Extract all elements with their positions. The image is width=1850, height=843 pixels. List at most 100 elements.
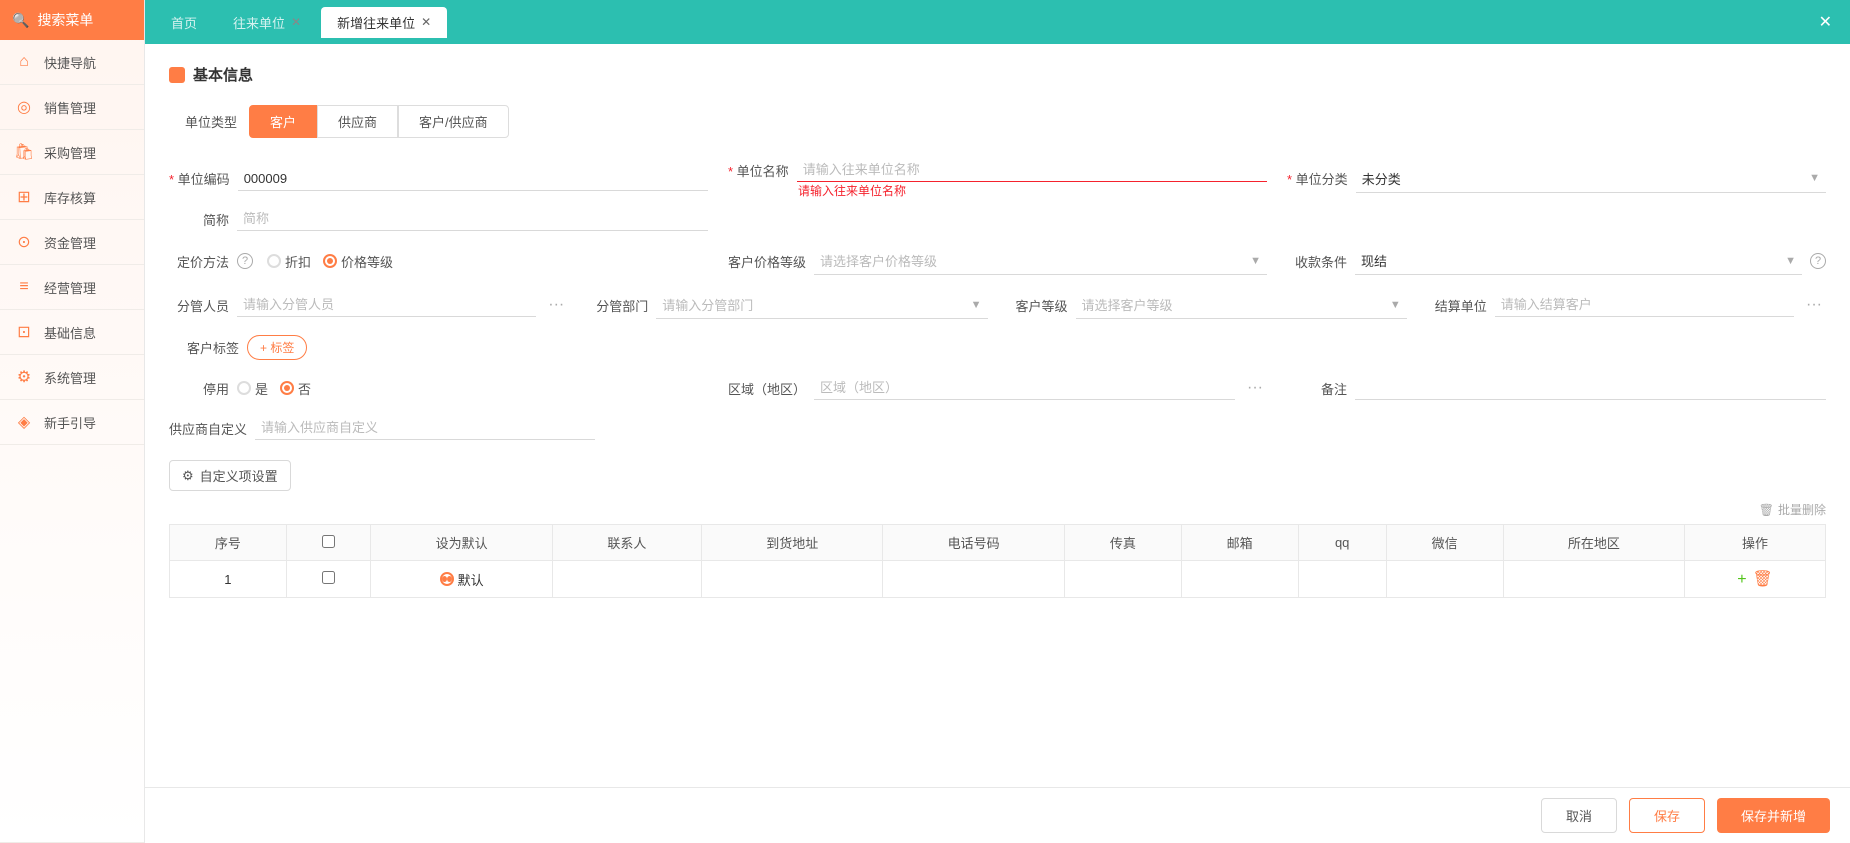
table-header-10: 所在地区 (1503, 525, 1684, 561)
row-cell-5 (1298, 561, 1386, 598)
sidebar-item-basic[interactable]: ⊡基础信息 (0, 310, 144, 355)
settlement-label: 结算单位 (1427, 296, 1487, 315)
discount-radio-circle (267, 254, 281, 268)
sales-icon: ◎ (14, 97, 34, 117)
finance-icon: ⊙ (14, 232, 34, 252)
add-tag-button[interactable]: + 标签 (247, 335, 307, 360)
sidebar-item-purchase[interactable]: 🛍采购管理 (0, 130, 144, 175)
table-header-6: 传真 (1064, 525, 1181, 561)
sidebar-label-sales: 销售管理 (44, 98, 96, 117)
region-label: 区域（地区） (728, 379, 806, 398)
sidebar-label-basic: 基础信息 (44, 323, 96, 342)
unit-type-row: 单位类型 客户供应商客户/供应商 (169, 105, 1826, 138)
unit-category-select[interactable]: 未分类 ▼ (1356, 165, 1826, 193)
gear-icon: ⚙ (182, 468, 194, 484)
table-header-4: 到货地址 (701, 525, 882, 561)
cancel-button[interactable]: 取消 (1541, 798, 1617, 833)
no-radio-circle (280, 381, 294, 395)
tab-new-partner[interactable]: 新增往来单位✕ (321, 7, 447, 38)
dept-label: 分管部门 (588, 296, 648, 315)
manager-input[interactable] (237, 293, 536, 317)
operations-icon: ≡ (14, 277, 34, 297)
sidebar-item-inventory[interactable]: ⊞库存核算 (0, 175, 144, 220)
row-cell-2 (883, 561, 1064, 598)
inventory-icon: ⊞ (14, 187, 34, 207)
batch-delete-button[interactable]: 🗑 批量删除 (1759, 501, 1826, 518)
pricing-help-icon[interactable]: ? (237, 253, 253, 269)
remark-input[interactable] (1355, 376, 1826, 400)
search-menu-button[interactable]: 🔍 搜索菜单 (0, 0, 144, 40)
manager-more-button[interactable]: ··· (544, 296, 568, 314)
table-header-5: 电话号码 (883, 525, 1064, 561)
table-row: 1默认+🗑 (170, 561, 1826, 598)
settlement-more-button[interactable]: ··· (1802, 296, 1826, 314)
tab-close-new-partner[interactable]: ✕ (421, 15, 431, 29)
pricing-level-radio[interactable]: 价格等级 (323, 252, 393, 271)
tab-home[interactable]: 首页 (155, 7, 213, 38)
tab-close-partners[interactable]: ✕ (291, 15, 301, 29)
price-level-field: 客户价格等级 请选择客户价格等级 ▼ (728, 247, 1267, 275)
region-more-button[interactable]: ··· (1243, 379, 1267, 397)
category-arrow-icon: ▼ (1809, 172, 1820, 184)
payment-arrow-icon: ▼ (1785, 255, 1796, 267)
sidebar-item-guide[interactable]: ◈新手引导 (0, 400, 144, 445)
close-window-button[interactable]: ✕ (1811, 12, 1840, 32)
unit-code-input[interactable] (238, 167, 708, 191)
unit-code-label: 单位编码 (169, 169, 230, 188)
disabled-yes-radio[interactable]: 是 (237, 379, 268, 398)
table-toolbar: 🗑 批量删除 (169, 501, 1826, 518)
row-checkbox[interactable] (322, 571, 335, 584)
disabled-no-radio[interactable]: 否 (280, 379, 311, 398)
pricing-discount-radio[interactable]: 折扣 (267, 252, 311, 271)
tags-label: 客户标签 (169, 338, 239, 357)
section-icon (169, 67, 185, 83)
payment-help-icon[interactable]: ? (1810, 253, 1826, 269)
add-row-button[interactable]: + (1737, 571, 1746, 588)
price-level-arrow-icon: ▼ (1250, 255, 1261, 267)
save-button[interactable]: 保存 (1629, 798, 1705, 833)
supplier-custom-label: 供应商自定义 (169, 419, 247, 438)
pricing-label: 定价方法 (169, 252, 229, 271)
settlement-input[interactable] (1495, 293, 1794, 317)
quick-nav-icon: ⌂ (14, 52, 34, 72)
settlement-field: 结算单位 ··· (1427, 291, 1826, 319)
sidebar-label-operations: 经营管理 (44, 278, 96, 297)
sidebar-item-sales[interactable]: ◎ 销售管理 (0, 85, 144, 130)
supplier-custom-input[interactable] (255, 416, 595, 440)
unit-type-label: 单位类型 (169, 112, 249, 131)
sidebar-item-system[interactable]: ⚙系统管理 (0, 355, 144, 400)
unit-type-customer-button[interactable]: 客户 (249, 105, 317, 138)
tags-field: 客户标签 + 标签 (169, 335, 1826, 360)
sidebar-item-quick-nav[interactable]: ⌂快捷导航 (0, 40, 144, 85)
sidebar-label-guide: 新手引导 (44, 413, 96, 432)
delete-row-button[interactable]: 🗑 (1753, 571, 1773, 588)
unit-type-both-button[interactable]: 客户/供应商 (398, 105, 509, 138)
sidebar-item-finance[interactable]: ⊙资金管理 (0, 220, 144, 265)
row-cell-1 (701, 561, 882, 598)
disabled-field: 停用 是 否 (169, 376, 708, 400)
unit-type-supplier-button[interactable]: 供应商 (317, 105, 398, 138)
customer-level-select[interactable]: 请选择客户等级 ▼ (1076, 291, 1407, 319)
sidebar-label-system: 系统管理 (44, 368, 96, 387)
payment-terms-select[interactable]: 现结 ▼ (1355, 247, 1802, 275)
sidebar-item-operations[interactable]: ≡ 经营管理 (0, 265, 144, 310)
dept-select[interactable]: 请输入分管部门 ▼ (656, 291, 987, 319)
region-input[interactable] (814, 376, 1235, 400)
dept-arrow-icon: ▼ (971, 299, 982, 311)
table-header-0: 序号 (170, 525, 287, 561)
short-name-input[interactable] (237, 207, 708, 231)
tab-partners[interactable]: 往来单位✕ (217, 7, 317, 38)
default-radio[interactable] (440, 572, 454, 586)
unit-name-error: 请输入往来单位名称 (798, 184, 906, 198)
sidebar-label-purchase: 采购管理 (44, 143, 96, 162)
select-all-checkbox[interactable] (322, 535, 335, 548)
unit-category-label: 单位分类 (1287, 169, 1348, 188)
save-and-new-button[interactable]: 保存并新增 (1717, 798, 1830, 833)
table-header-2: 设为默认 (371, 525, 552, 561)
price-level-select[interactable]: 请选择客户价格等级 ▼ (814, 247, 1267, 275)
section-title: 基本信息 (169, 64, 1826, 85)
custom-settings-button[interactable]: ⚙ 自定义项设置 (169, 460, 291, 491)
unit-name-input[interactable] (797, 158, 1267, 182)
yes-radio-circle (237, 381, 251, 395)
manager-label: 分管人员 (169, 296, 229, 315)
